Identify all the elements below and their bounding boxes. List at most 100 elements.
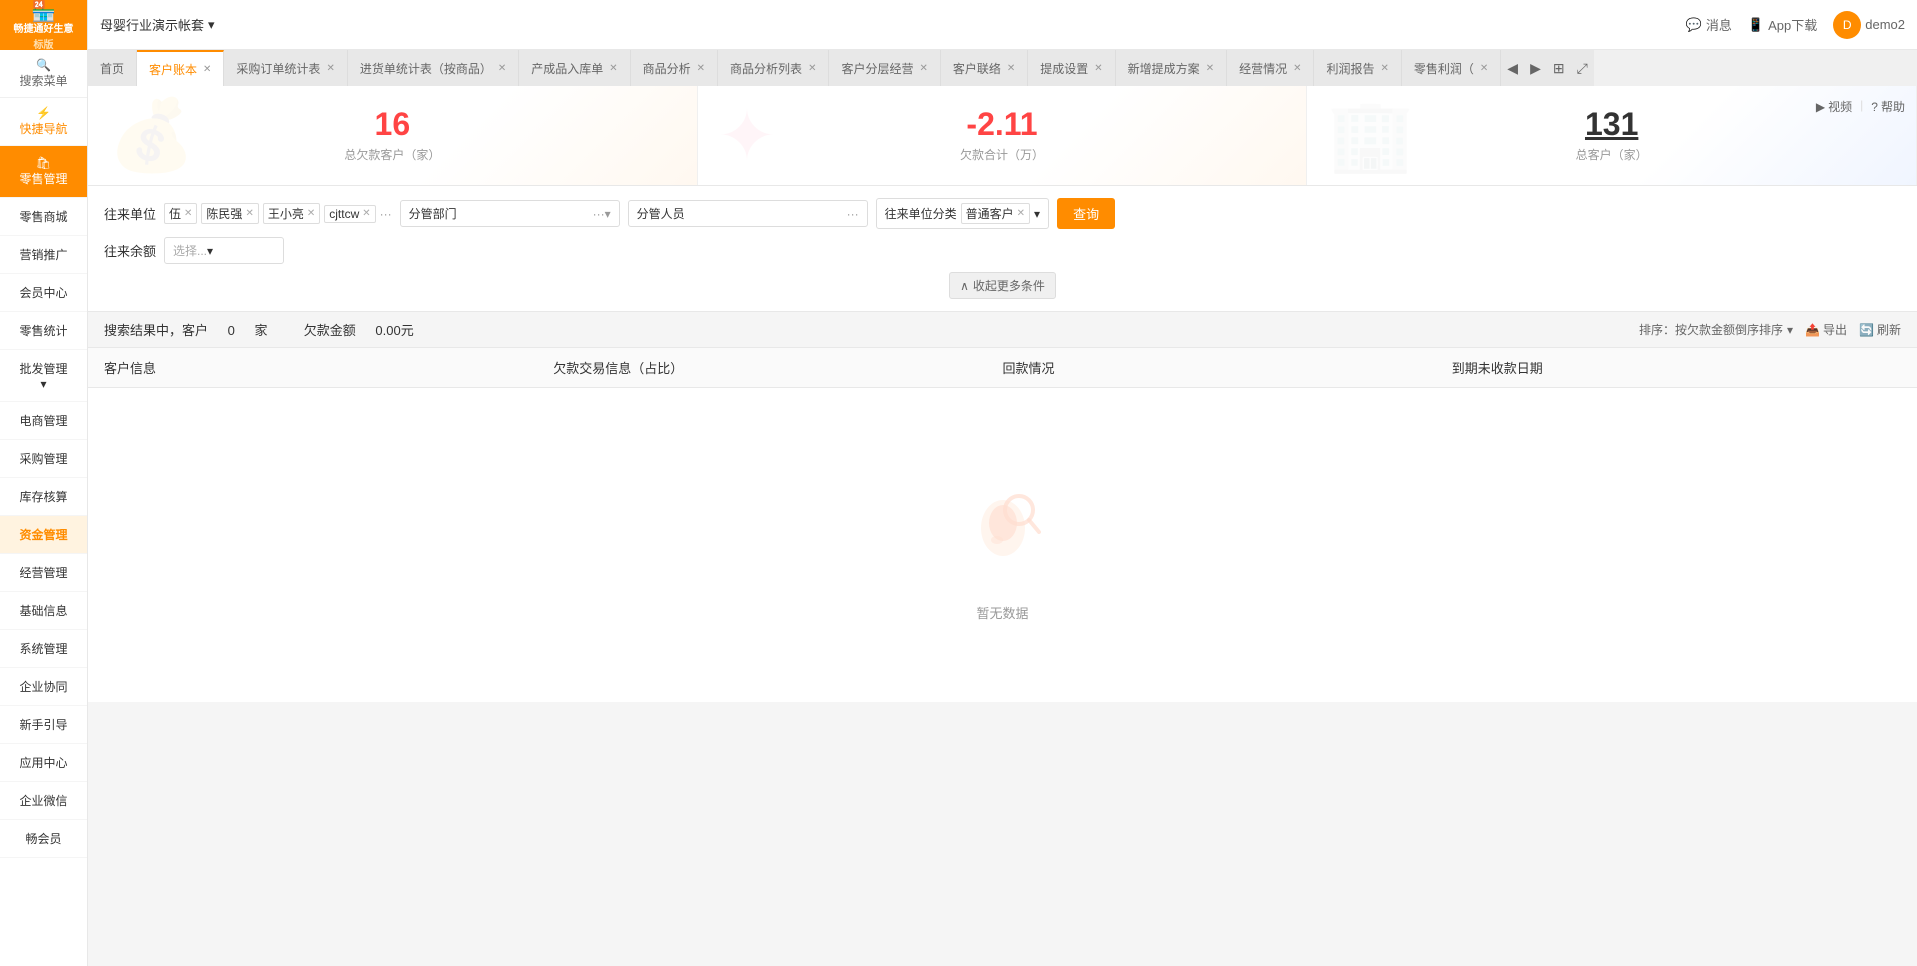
classify-tag[interactable]: 普通客户 ✕ (961, 203, 1030, 224)
sidebar-item-marketing[interactable]: 营销推广 (0, 236, 87, 274)
filter-tag-cjttcw-close[interactable]: ✕ (362, 209, 370, 219)
tab-retail-profit-close[interactable]: ✕ (1480, 63, 1488, 74)
tabs-expand-btn[interactable]: ⊞ (1547, 50, 1571, 86)
export-icon: 📤 (1805, 323, 1820, 337)
tab-product-analysis-list[interactable]: 商品分析列表 ✕ (718, 50, 829, 86)
empty-svg (953, 468, 1053, 568)
user-profile[interactable]: D demo2 (1833, 11, 1905, 39)
balance-filter-select[interactable]: 选择... ▾ (164, 237, 284, 264)
sidebar-item-corp-collab-label: 企业协同 (4, 678, 83, 695)
sort-select[interactable]: 排序：按欠款金额倒序排序 ▾ (1639, 321, 1793, 338)
sidebar-item-wholesale[interactable]: 批发管理 ▾ (0, 350, 87, 402)
filter-tag-wang-close[interactable]: ✕ (307, 209, 315, 219)
tab-purchase-stat-close[interactable]: ✕ (498, 63, 506, 74)
stat-total-debtors: 💰 16 总欠款客户（家） (88, 86, 698, 185)
logo-sub: 标版 (14, 36, 74, 51)
sidebar-item-inventory[interactable]: 库存核算 (0, 478, 87, 516)
tab-product-analysis-list-close[interactable]: ✕ (808, 63, 816, 74)
tab-customer-book-close[interactable]: ✕ (203, 64, 211, 75)
tab-retail-profit-label: 零售利润（ (1414, 60, 1474, 77)
sidebar-item-corp-collab[interactable]: 企业协同 (0, 668, 87, 706)
tab-raise-settings[interactable]: 提成设置 ✕ (1028, 50, 1115, 86)
tab-customer-book[interactable]: 客户账本 ✕ (137, 50, 224, 86)
filter-tag-wu-close[interactable]: ✕ (184, 209, 192, 219)
result-bar: 搜索结果中，客户 0 家 欠款金额 0.00元 排序：按欠款金额倒序排序 ▾ 📤… (88, 312, 1917, 348)
sidebar-item-capital[interactable]: 资金管理 (0, 516, 87, 554)
sidebar-item-corp-wechat[interactable]: 企业微信 (0, 782, 87, 820)
tab-raise-settings-close[interactable]: ✕ (1094, 63, 1102, 74)
tab-product-instock-close[interactable]: ✕ (609, 63, 617, 74)
tab-purchase-stat[interactable]: 进货单统计表（按商品） ✕ (348, 50, 519, 86)
sidebar-item-new-guide[interactable]: 新手引导 (0, 706, 87, 744)
sidebar-logo[interactable]: 🏪 畅捷通好生意 标版 (0, 0, 87, 50)
sidebar-item-vip-member[interactable]: 畅会员 (0, 820, 87, 858)
tab-operation[interactable]: 经营情况 ✕ (1227, 50, 1314, 86)
person-more-icon: ··· (847, 207, 859, 221)
sidebar-search-label: 搜索菜单 (0, 72, 87, 89)
query-button[interactable]: 查询 (1057, 198, 1115, 229)
tab-product-analysis[interactable]: 商品分析 ✕ (631, 50, 718, 86)
filter-tag-chen-close[interactable]: ✕ (245, 209, 253, 219)
stat-debt-label: 欠款合计（万） (960, 146, 1044, 163)
empty-state: 暂无数据 (88, 388, 1917, 702)
stat-debt-bg-icon: ✦ (718, 95, 777, 177)
tab-profit-report[interactable]: 利润报告 ✕ (1314, 50, 1401, 86)
person-filter-select[interactable]: 分管人员 ··· (628, 200, 868, 227)
tab-customer-tier-close[interactable]: ✕ (919, 63, 927, 74)
tab-retail-profit[interactable]: 零售利润（ ✕ (1402, 50, 1501, 86)
sidebar-item-operation-label: 经营管理 (4, 564, 83, 581)
video-help-btn[interactable]: ▶ 视频 (1816, 98, 1852, 115)
sidebar-item-member[interactable]: 会员中心 (0, 274, 87, 312)
tabs-next-btn[interactable]: ▶ (1524, 50, 1547, 86)
filter-tag-chen[interactable]: 陈民强 ✕ (201, 203, 258, 224)
message-label: 消息 (1706, 15, 1732, 34)
sidebar-item-ecommerce[interactable]: 电商管理 (0, 402, 87, 440)
sidebar-item-basic-info[interactable]: 基础信息 (0, 592, 87, 630)
sidebar-item-retail[interactable]: 🛍 零售管理 (0, 146, 87, 198)
tab-product-analysis-close[interactable]: ✕ (697, 63, 705, 74)
tab-purchase-stat-label: 进货单统计表（按商品） (360, 60, 492, 77)
result-search-label: 搜索结果中，客户 0 家 欠款金额 0.00元 (104, 323, 430, 338)
tab-product-instock[interactable]: 产成品入库单 ✕ (519, 50, 630, 86)
sidebar-quick-nav[interactable]: ⚡ 快捷导航 (0, 98, 87, 146)
tabs-prev-btn[interactable]: ◀ (1501, 50, 1524, 86)
sidebar-item-app-center[interactable]: 应用中心 (0, 744, 87, 782)
dept-filter-select[interactable]: 分管部门 ··· ▾ (400, 200, 620, 227)
tab-purchase-order[interactable]: 采购订单统计表 ✕ (224, 50, 347, 86)
export-button[interactable]: 📤 导出 (1805, 321, 1847, 338)
classify-tag-close[interactable]: ✕ (1017, 209, 1025, 219)
tab-new-raise-plan-close[interactable]: ✕ (1206, 63, 1214, 74)
account-selector[interactable]: 母婴行业演示帐套 ▾ (100, 15, 215, 34)
tabs-bar: 首页 客户账本 ✕ 采购订单统计表 ✕ 进货单统计表（按商品） ✕ 产成品入库单… (88, 50, 1917, 86)
tab-profit-report-close[interactable]: ✕ (1381, 63, 1389, 74)
export-label: 导出 (1823, 321, 1847, 338)
filter-tag-wu[interactable]: 伍 ✕ (164, 203, 197, 224)
tab-customer-contact-close[interactable]: ✕ (1007, 63, 1015, 74)
stats-bar: 💰 16 总欠款客户（家） ✦ -2.11 欠款合计（万） 🏢 131 总客户（… (88, 86, 1917, 186)
help-btn[interactable]: ? 帮助 (1871, 98, 1905, 115)
tab-new-raise-plan[interactable]: 新增提成方案 ✕ (1116, 50, 1227, 86)
tab-customer-tier[interactable]: 客户分层经营 ✕ (829, 50, 940, 86)
sidebar-item-purchase[interactable]: 采购管理 (0, 440, 87, 478)
filter-area: 往来单位 伍 ✕ 陈民强 ✕ 王小亮 ✕ cjttcw (88, 186, 1917, 312)
tab-purchase-order-close[interactable]: ✕ (326, 63, 334, 74)
classify-filter: 往来单位分类 普通客户 ✕ ▾ (876, 198, 1049, 229)
refresh-button[interactable]: 🔄 刷新 (1859, 321, 1901, 338)
tab-home[interactable]: 首页 (88, 50, 137, 86)
classify-select-area[interactable]: 普通客户 ✕ (961, 203, 1030, 224)
tab-customer-contact[interactable]: 客户联络 ✕ (941, 50, 1028, 86)
sidebar-item-retail-store[interactable]: 零售商城 (0, 198, 87, 236)
filter-tag-wang[interactable]: 王小亮 ✕ (263, 203, 320, 224)
filter-tags-more[interactable]: ··· (380, 207, 392, 221)
sidebar-search[interactable]: 🔍 搜索菜单 (0, 50, 87, 98)
sidebar-item-system[interactable]: 系统管理 (0, 630, 87, 668)
stat-debtors-label: 总欠款客户（家） (344, 146, 440, 163)
sidebar-item-operation[interactable]: 经营管理 (0, 554, 87, 592)
message-button[interactable]: 💬 消息 (1686, 15, 1732, 34)
sidebar-item-retail-stat[interactable]: 零售统计 (0, 312, 87, 350)
tab-operation-close[interactable]: ✕ (1293, 63, 1301, 74)
filter-tag-cjttcw[interactable]: cjttcw ✕ (324, 205, 375, 223)
tabs-fullscreen-btn[interactable]: ⤢ (1571, 50, 1594, 86)
collapse-button[interactable]: ∧ 收起更多条件 (949, 272, 1056, 299)
app-download-button[interactable]: 📱 App下载 (1748, 15, 1817, 34)
